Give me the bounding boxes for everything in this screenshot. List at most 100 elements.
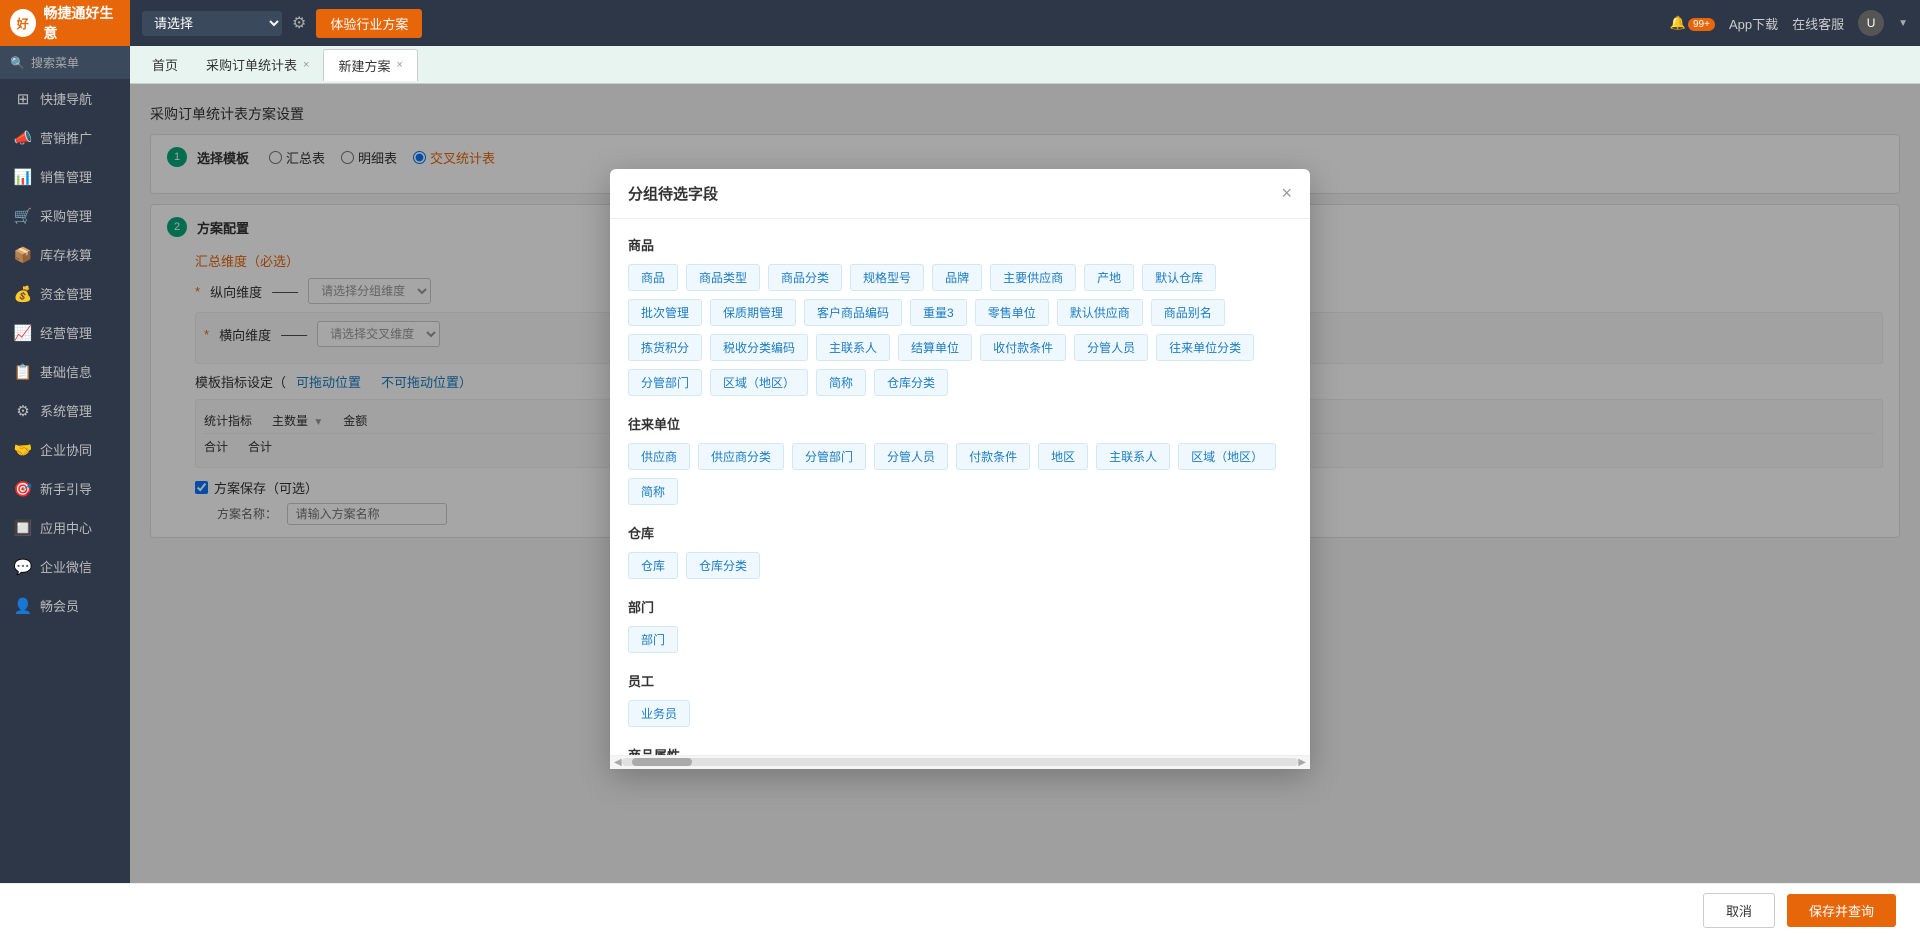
modal-horizontal-scrollbar[interactable]: ◀ ▶ <box>610 755 1310 769</box>
section-department: 部门部门 <box>628 597 1292 653</box>
field-tag-默认供应商[interactable]: 默认供应商 <box>1057 299 1143 326</box>
sidebar-item-label: 应用中心 <box>40 518 92 537</box>
field-tag-往来单位分类[interactable]: 往来单位分类 <box>1156 334 1254 361</box>
tabbar: 首页 采购订单统计表 × 新建方案 × <box>130 46 1920 84</box>
field-tag-简称[interactable]: 简称 <box>816 369 866 396</box>
field-tag-供应商[interactable]: 供应商 <box>628 443 690 470</box>
field-tag-分管人员[interactable]: 分管人员 <box>1074 334 1148 361</box>
gear-icon[interactable]: ⚙ <box>292 13 306 33</box>
hscroll-left-arrow[interactable]: ◀ <box>614 757 622 768</box>
apps-icon: 🔲 <box>14 519 32 537</box>
field-tag-付款条件[interactable]: 付款条件 <box>956 443 1030 470</box>
sidebar-item-system[interactable]: ⚙ 系统管理 <box>0 391 130 430</box>
sidebar-item-label: 基础信息 <box>40 362 92 381</box>
sidebar-item-finance[interactable]: 💰 资金管理 <box>0 274 130 313</box>
sidebar-item-sales[interactable]: 📊 销售管理 <box>0 157 130 196</box>
sidebar-item-label: 销售管理 <box>40 167 92 186</box>
user-avatar[interactable]: U <box>1858 10 1884 36</box>
sidebar: 好 畅捷通好生意 🔍 搜索菜单 ⊞ 快捷导航 📣 营销推广 📊 销售管理 🛒 采… <box>0 0 130 937</box>
confirm-button[interactable]: 保存并查询 <box>1787 894 1896 927</box>
sidebar-item-marketing[interactable]: 📣 营销推广 <box>0 118 130 157</box>
sidebar-item-label: 新手引导 <box>40 479 92 498</box>
tab-purchase-order-close[interactable]: × <box>303 59 309 71</box>
app-download-link[interactable]: App下载 <box>1729 14 1778 33</box>
operations-icon: 📈 <box>14 324 32 342</box>
modal-body: 商品商品商品类型商品分类规格型号品牌主要供应商产地默认仓库批次管理保质期管理客户… <box>610 219 1310 755</box>
field-tag-部门[interactable]: 部门 <box>628 626 678 653</box>
basic-icon: 📋 <box>14 363 32 381</box>
online-service-link[interactable]: 在线客服 <box>1792 14 1844 33</box>
sidebar-item-label: 畅会员 <box>40 596 79 615</box>
sidebar-item-purchase[interactable]: 🛒 采购管理 <box>0 196 130 235</box>
system-icon: ⚙ <box>14 402 32 420</box>
tab-new-plan-close[interactable]: × <box>396 59 402 71</box>
sidebar-item-inventory[interactable]: 📦 库存核算 <box>0 235 130 274</box>
field-tag-品牌[interactable]: 品牌 <box>932 264 982 291</box>
field-tag-业务员[interactable]: 业务员 <box>628 700 690 727</box>
tab-home[interactable]: 首页 <box>138 49 192 80</box>
tab-new-plan-label: 新建方案 <box>338 56 390 75</box>
tab-purchase-order-label: 采购订单统计表 <box>206 55 297 74</box>
sidebar-item-label: 系统管理 <box>40 401 92 420</box>
field-tag-主要供应商[interactable]: 主要供应商 <box>990 264 1076 291</box>
field-tag-主联系人[interactable]: 主联系人 <box>816 334 890 361</box>
sidebar-item-wechat[interactable]: 💬 企业微信 <box>0 547 130 586</box>
modal-close-button[interactable]: × <box>1281 183 1292 204</box>
field-tag-收付款条件[interactable]: 收付款条件 <box>980 334 1066 361</box>
hscroll-thumb[interactable] <box>632 758 692 766</box>
field-tag-重量3[interactable]: 重量3 <box>910 299 967 326</box>
field-tags-warehouse: 仓库仓库分类 <box>628 552 1292 579</box>
field-tag-产地[interactable]: 产地 <box>1084 264 1134 291</box>
field-tag-仓库分类[interactable]: 仓库分类 <box>686 552 760 579</box>
field-tag-商品别名[interactable]: 商品别名 <box>1151 299 1225 326</box>
sidebar-item-quick-nav[interactable]: ⊞ 快捷导航 <box>0 79 130 118</box>
sidebar-item-label: 经营管理 <box>40 323 92 342</box>
chevron-down-icon: ▼ <box>1898 18 1908 29</box>
field-tag-保质期管理[interactable]: 保质期管理 <box>710 299 796 326</box>
field-tag-分管人员[interactable]: 分管人员 <box>874 443 948 470</box>
sidebar-item-member[interactable]: 👤 畅会员 <box>0 586 130 625</box>
field-tags-partner: 供应商供应商分类分管部门分管人员付款条件地区主联系人区域（地区） 简称 <box>628 443 1292 505</box>
sidebar-search[interactable]: 🔍 搜索菜单 <box>0 46 130 79</box>
field-tag-拣货积分[interactable]: 拣货积分 <box>628 334 702 361</box>
marketing-icon: 📣 <box>14 129 32 147</box>
section-title-warehouse: 仓库 <box>628 523 1292 542</box>
field-tag-区域（地区）[interactable]: 区域（地区） <box>710 369 808 396</box>
field-tag-分管部门[interactable]: 分管部门 <box>792 443 866 470</box>
field-tag-仓库[interactable]: 仓库 <box>628 552 678 579</box>
sidebar-item-enterprise[interactable]: 🤝 企业协同 <box>0 430 130 469</box>
field-tag-批次管理[interactable]: 批次管理 <box>628 299 702 326</box>
field-tag-税收分类编码[interactable]: 税收分类编码 <box>710 334 808 361</box>
field-tag-主联系人[interactable]: 主联系人 <box>1096 443 1170 470</box>
field-tag-供应商分类[interactable]: 供应商分类 <box>698 443 784 470</box>
field-tag-客户商品编码[interactable]: 客户商品编码 <box>804 299 902 326</box>
tab-purchase-order[interactable]: 采购订单统计表 × <box>192 49 323 80</box>
topbar-module-select[interactable]: 请选择 <box>142 11 282 36</box>
section-title-goods: 商品 <box>628 235 1292 254</box>
experience-btn[interactable]: 体验行业方案 <box>316 9 422 38</box>
field-tag-简称[interactable]: 简称 <box>628 478 678 505</box>
field-tag-区域（地区）[interactable]: 区域（地区） <box>1178 443 1276 470</box>
field-tag-地区[interactable]: 地区 <box>1038 443 1088 470</box>
field-tag-仓库分类[interactable]: 仓库分类 <box>874 369 948 396</box>
search-icon: 🔍 <box>10 56 25 70</box>
hscroll-right-arrow[interactable]: ▶ <box>1298 757 1306 768</box>
field-tag-商品分类[interactable]: 商品分类 <box>768 264 842 291</box>
field-tag-商品类型[interactable]: 商品类型 <box>686 264 760 291</box>
cancel-button[interactable]: 取消 <box>1703 893 1775 928</box>
field-tag-商品[interactable]: 商品 <box>628 264 678 291</box>
field-tag-默认仓库[interactable]: 默认仓库 <box>1142 264 1216 291</box>
inventory-icon: 📦 <box>14 246 32 264</box>
section-goods: 商品商品商品类型商品分类规格型号品牌主要供应商产地默认仓库批次管理保质期管理客户… <box>628 235 1292 396</box>
field-tag-结算单位[interactable]: 结算单位 <box>898 334 972 361</box>
sidebar-item-operations[interactable]: 📈 经营管理 <box>0 313 130 352</box>
sidebar-item-basic[interactable]: 📋 基础信息 <box>0 352 130 391</box>
field-tag-零售单位[interactable]: 零售单位 <box>975 299 1049 326</box>
member-icon: 👤 <box>14 597 32 615</box>
tab-new-plan[interactable]: 新建方案 × <box>323 49 417 81</box>
sidebar-item-apps[interactable]: 🔲 应用中心 <box>0 508 130 547</box>
field-tag-规格型号[interactable]: 规格型号 <box>850 264 924 291</box>
sidebar-item-guide[interactable]: 🎯 新手引导 <box>0 469 130 508</box>
notification-area[interactable]: 🔔99+ <box>1670 15 1715 31</box>
field-tag-分管部门[interactable]: 分管部门 <box>628 369 702 396</box>
